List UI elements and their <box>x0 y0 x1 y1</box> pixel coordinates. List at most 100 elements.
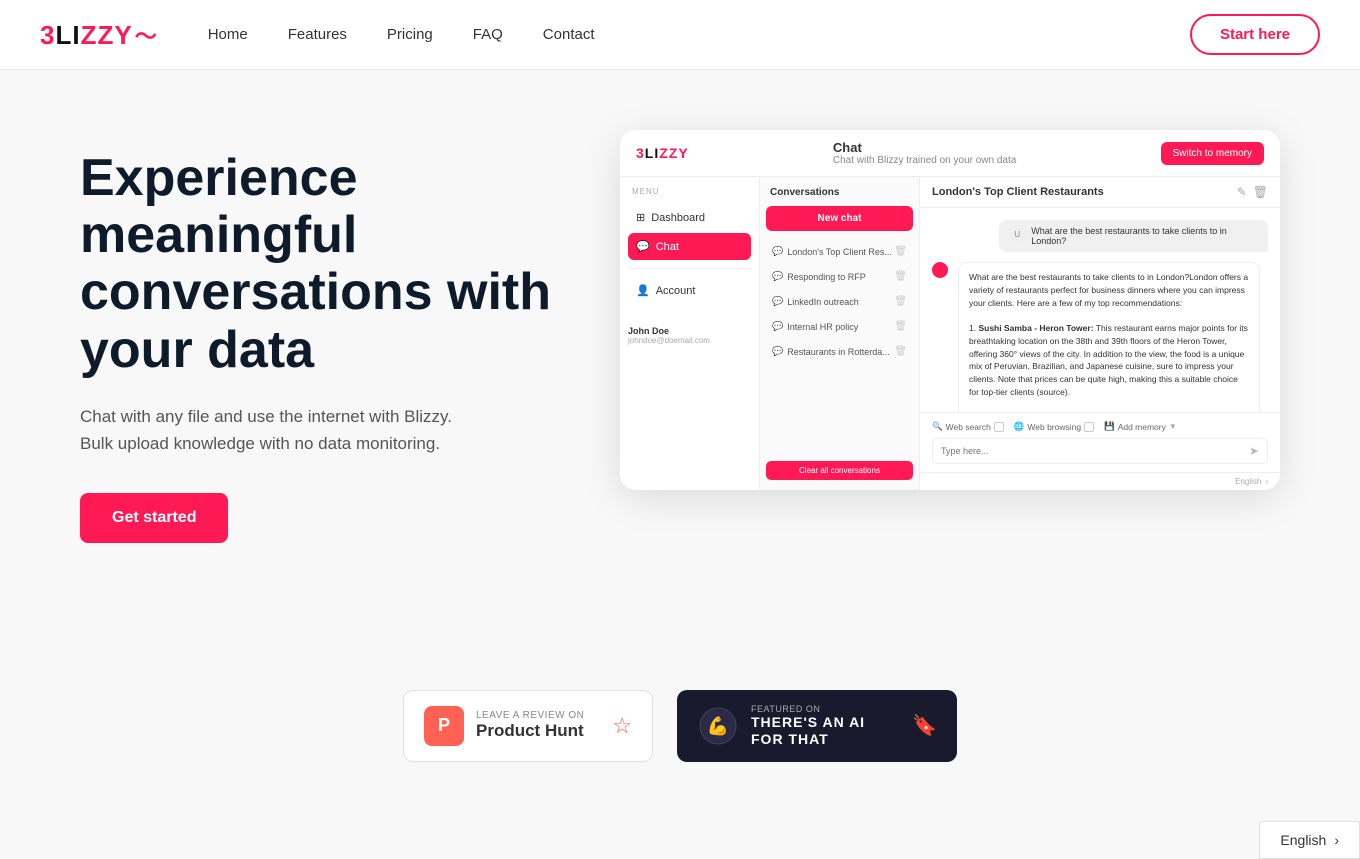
chat-delete-1[interactable]: 🗑 <box>894 271 907 282</box>
navbar-left: 3LIZZY〜 Home Features Pricing FAQ Contac… <box>40 19 595 51</box>
app-logo: 3LIZZY <box>636 145 689 161</box>
footer-lang[interactable]: English <box>1235 477 1261 486</box>
app-screenshot: 3LIZZY Chat Chat with Blizzy trained on … <box>620 130 1280 490</box>
app-chat-list: Conversations New chat 💬 London's Top Cl… <box>760 177 920 490</box>
user-avatar: U <box>1009 226 1025 242</box>
clear-conversations-button[interactable]: Clear all conversations <box>766 461 913 480</box>
chat-bubble-icon-0: 💬 <box>772 246 783 257</box>
sidebar-item-account[interactable]: 👤 Account <box>628 277 751 304</box>
nav-features[interactable]: Features <box>288 26 347 43</box>
ph-name: Product Hunt <box>476 721 584 741</box>
ai-badge-text: FEATURED ON THERE'S AN AI FOR THAT <box>751 704 865 748</box>
product-hunt-badge[interactable]: P LEAVE A REVIEW ON Product Hunt ☆ <box>403 690 653 762</box>
chat-delete-0[interactable]: 🗑 <box>894 246 907 257</box>
web-browsing-tool[interactable]: 🌐 Web browsing <box>1014 421 1094 432</box>
search-icon: 🔍 <box>932 421 943 432</box>
chat-bubble-icon-1: 💬 <box>772 271 783 282</box>
send-button[interactable]: ➤ <box>1249 444 1259 458</box>
nav-pricing[interactable]: Pricing <box>387 26 433 43</box>
ph-leave-review: LEAVE A REVIEW ON <box>476 710 584 721</box>
hero-section: Experience meaningful conversations with… <box>0 70 1360 670</box>
product-hunt-text: LEAVE A REVIEW ON Product Hunt <box>476 710 584 741</box>
switch-memory-button[interactable]: Switch to memory <box>1161 142 1264 165</box>
chat-main-header: London's Top Client Restaurants ✎ 🗑 <box>920 177 1280 208</box>
navbar: 3LIZZY〜 Home Features Pricing FAQ Contac… <box>0 0 1360 70</box>
app-chat-sublabel: Chat with Blizzy trained on your own dat… <box>833 155 1016 166</box>
sidebar-user-name: John Doe <box>628 326 751 336</box>
user-icon: 👤 <box>636 284 650 297</box>
sidebar-user-email: johndoe@doemail.com <box>628 336 751 345</box>
nav-faq[interactable]: FAQ <box>473 26 503 43</box>
chat-list-item-1[interactable]: 💬 Responding to RFP 🗑 <box>766 266 913 287</box>
get-started-button[interactable]: Get started <box>80 493 228 543</box>
ai-bookmark-icon: 🔖 <box>912 713 937 738</box>
chat-input[interactable] <box>941 446 1243 456</box>
chat-list-item-3[interactable]: 💬 Internal HR policy 🗑 <box>766 316 913 337</box>
ai-badge[interactable]: 💪 FEATURED ON THERE'S AN AI FOR THAT 🔖 <box>677 690 957 762</box>
chat-main-title: London's Top Client Restaurants <box>932 186 1104 198</box>
hero-right: 3LIZZY Chat Chat with Blizzy trained on … <box>620 130 1280 490</box>
app-chat-label: Chat <box>833 140 1016 155</box>
nav-links: Home Features Pricing FAQ Contact <box>208 26 595 43</box>
grid-icon: ⊞ <box>636 211 645 224</box>
chat-delete-4[interactable]: 🗑 <box>894 346 907 357</box>
chat-bubble-icon-4: 💬 <box>772 346 783 357</box>
svg-text:💪: 💪 <box>707 715 729 736</box>
chat-icon: 💬 <box>636 240 650 253</box>
memory-icon: 💾 <box>1104 421 1115 432</box>
chat-list-item-4[interactable]: 💬 Restaurants in Rotterda... 🗑 <box>766 341 913 362</box>
web-browsing-label: Web browsing <box>1027 422 1081 432</box>
chat-list-title: Conversations <box>766 187 913 198</box>
app-footer: English › <box>920 472 1280 490</box>
hero-left: Experience meaningful conversations with… <box>80 130 580 543</box>
sidebar-item-chat[interactable]: 💬 Chat <box>628 233 751 260</box>
chat-delete-3[interactable]: 🗑 <box>894 321 907 332</box>
app-body: MENU ⊞ Dashboard 💬 Chat 👤 Account <box>620 177 1280 490</box>
ai-avatar <box>932 262 948 278</box>
logo-text: 3LIZZY〜 <box>40 19 158 51</box>
chat-bubble-icon-2: 💬 <box>772 296 783 307</box>
nav-home[interactable]: Home <box>208 26 248 43</box>
logo[interactable]: 3LIZZY〜 <box>40 19 158 51</box>
user-message: U What are the best restaurants to take … <box>999 220 1268 252</box>
chat-item-text-3: 💬 Internal HR policy <box>772 321 858 332</box>
app-topbar: 3LIZZY Chat Chat with Blizzy trained on … <box>620 130 1280 177</box>
chevron-right-icon: › <box>1265 477 1268 486</box>
product-hunt-icon: P <box>424 706 464 746</box>
chat-item-text-4: 💬 Restaurants in Rotterda... <box>772 346 890 357</box>
chat-item-text-0: 💬 London's Top Client Res... <box>772 246 892 257</box>
browse-icon: 🌐 <box>1014 421 1025 432</box>
memory-dropdown[interactable]: ▼ <box>1169 422 1177 431</box>
start-here-button[interactable]: Start here <box>1190 14 1320 55</box>
chat-list-item-0[interactable]: 💬 London's Top Client Res... 🗑 <box>766 241 913 262</box>
trash-icon[interactable]: 🗑 <box>1253 185 1268 199</box>
web-search-tool[interactable]: 🔍 Web search <box>932 421 1004 432</box>
chat-main-icons: ✎ 🗑 <box>1237 185 1268 199</box>
web-search-checkbox[interactable] <box>994 422 1004 432</box>
edit-icon[interactable]: ✎ <box>1237 185 1247 199</box>
language-bar[interactable]: English › <box>1259 821 1360 859</box>
nav-contact[interactable]: Contact <box>543 26 595 43</box>
sidebar-dashboard-label: Dashboard <box>651 212 705 224</box>
ai-response: What are the best restaurants to take cl… <box>932 262 1268 412</box>
badges-section: P LEAVE A REVIEW ON Product Hunt ☆ 💪 FEA… <box>0 670 1360 802</box>
sidebar-user-info: John Doe johndoe@doemail.com <box>628 306 751 345</box>
hero-subtitle: Chat with any file and use the internet … <box>80 403 480 457</box>
lang-label: English <box>1280 832 1326 848</box>
new-chat-button[interactable]: New chat <box>766 206 913 231</box>
user-message-text: What are the best restaurants to take cl… <box>1031 226 1258 246</box>
add-memory-tool[interactable]: 💾 Add memory ▼ <box>1104 421 1177 432</box>
ph-star-icon: ☆ <box>612 713 632 739</box>
ai-message-text: What are the best restaurants to take cl… <box>958 262 1260 412</box>
web-browsing-checkbox[interactable] <box>1084 422 1094 432</box>
chat-footer: 🔍 Web search 🌐 Web browsing 💾 <box>920 412 1280 472</box>
chat-list-item-2[interactable]: 💬 LinkedIn outreach 🗑 <box>766 291 913 312</box>
chat-item-text-1: 💬 Responding to RFP <box>772 271 866 282</box>
sidebar-item-dashboard[interactable]: ⊞ Dashboard <box>628 204 751 231</box>
chat-messages: U What are the best restaurants to take … <box>920 208 1280 412</box>
sidebar-chat-label: Chat <box>656 241 679 253</box>
ai-featured-on: FEATURED ON <box>751 704 865 714</box>
sidebar-divider <box>628 268 751 269</box>
add-memory-label: Add memory <box>1118 422 1166 432</box>
chat-delete-2[interactable]: 🗑 <box>894 296 907 307</box>
